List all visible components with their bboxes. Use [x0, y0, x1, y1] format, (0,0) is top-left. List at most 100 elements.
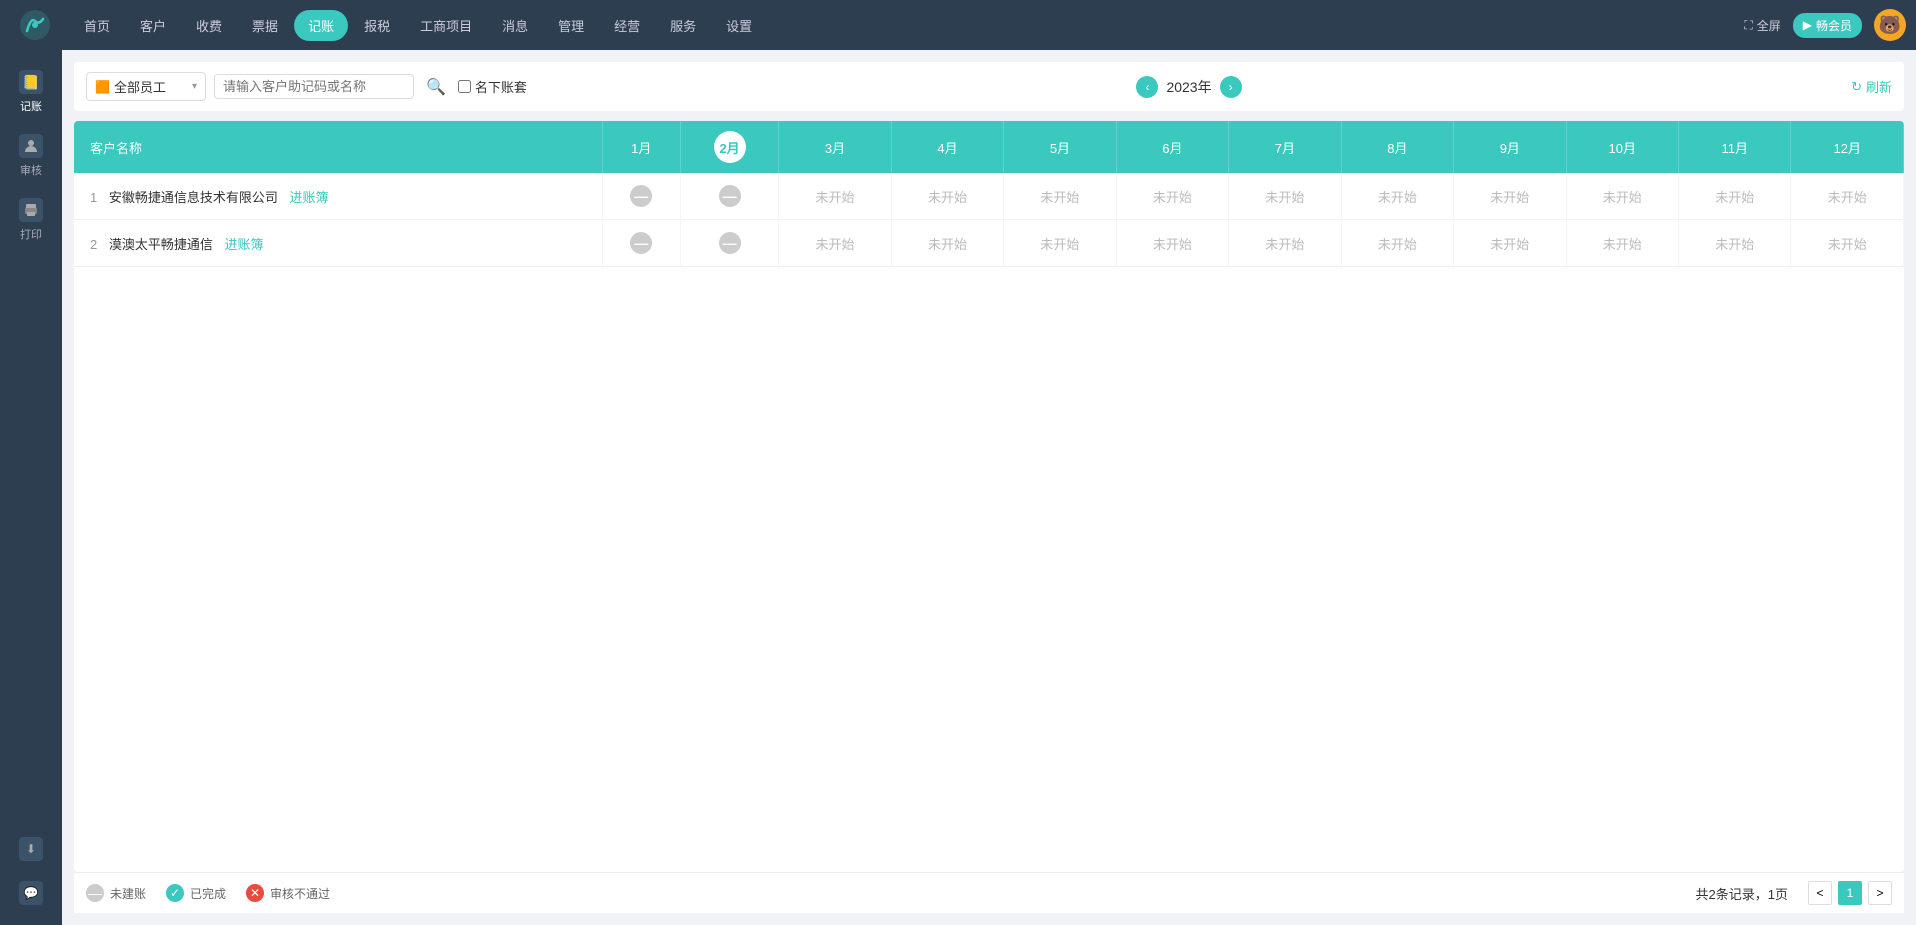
- nav-tax[interactable]: 报税: [350, 10, 404, 41]
- legend-rejected-icon: ✕: [246, 884, 264, 902]
- page-1-button[interactable]: 1: [1838, 881, 1862, 905]
- enter-ledger-link-2[interactable]: 进账簿: [225, 237, 264, 252]
- chat-icon: 💬: [19, 881, 43, 905]
- sidebar-bottom: ⬇ 💬: [19, 827, 43, 925]
- print-icon: [19, 198, 43, 222]
- client-name-cell: 1 安徽畅捷通信息技术有限公司 进账簿: [74, 173, 602, 220]
- table-scroll-area[interactable]: 客户名称 1月 2月 3月 4月 5月 6月: [74, 121, 1904, 872]
- sidebar-item-audit[interactable]: 审核: [0, 124, 62, 188]
- nav-customer[interactable]: 客户: [126, 10, 180, 41]
- sidebar-item-print[interactable]: 打印: [0, 188, 62, 252]
- legend-completed-label: 已完成: [190, 885, 226, 902]
- table-row: 2 漠澳太平畅捷通信 进账簿 — — 未开始 未开始 未开始 未开始 未开始 未…: [74, 220, 1904, 267]
- col-month-3: 3月: [779, 121, 891, 173]
- nav-operation[interactable]: 经营: [600, 10, 654, 41]
- year-display: 2023年: [1166, 77, 1211, 97]
- search-input[interactable]: [214, 74, 414, 99]
- col-month-12: 12月: [1791, 121, 1904, 173]
- row1-month7: 未开始: [1229, 173, 1341, 220]
- enter-ledger-link-1[interactable]: 进账簿: [290, 190, 329, 205]
- row1-month11: 未开始: [1679, 173, 1791, 220]
- row2-month5: 未开始: [1004, 220, 1116, 267]
- nav-accounting[interactable]: 记账: [294, 10, 348, 41]
- nav-home[interactable]: 首页: [70, 10, 124, 41]
- row1-month12: 未开始: [1791, 173, 1904, 220]
- legend-completed: ✓ 已完成: [166, 884, 226, 902]
- prev-year-button[interactable]: ‹: [1136, 76, 1158, 98]
- avatar[interactable]: 🐻: [1874, 9, 1906, 41]
- row2-month11: 未开始: [1679, 220, 1791, 267]
- col-month-11: 11月: [1679, 121, 1791, 173]
- fullscreen-icon: ⛶: [1744, 18, 1752, 33]
- nav-business[interactable]: 工商项目: [406, 10, 486, 41]
- employee-icon: 🟧: [95, 80, 110, 94]
- table-row: 1 安徽畅捷通信息技术有限公司 进账簿 — — 未开始 未开始 未开始 未开始 …: [74, 173, 1904, 220]
- nav-service[interactable]: 服务: [656, 10, 710, 41]
- nav-message[interactable]: 消息: [488, 10, 542, 41]
- next-page-button[interactable]: >: [1868, 881, 1892, 905]
- col-client-name: 客户名称: [74, 121, 602, 173]
- chevron-down-icon: ▾: [192, 81, 197, 92]
- content-area: 🟧 全部员工 ▾ 🔍 名下账套 ‹ 2023年 › ↻ 刷新: [62, 50, 1916, 925]
- nav-billing[interactable]: 收费: [182, 10, 236, 41]
- row1-month10: 未开始: [1566, 173, 1678, 220]
- mine-filter-label[interactable]: 名下账套: [458, 77, 527, 96]
- col-month-2: 2月: [680, 121, 778, 173]
- status-dash-icon: —: [719, 185, 741, 207]
- mine-filter-checkbox[interactable]: [458, 80, 471, 93]
- nav-manage[interactable]: 管理: [544, 10, 598, 41]
- employee-select[interactable]: 🟧 全部员工 ▾: [86, 72, 206, 101]
- search-button[interactable]: 🔍: [422, 75, 450, 99]
- col-month-9: 9月: [1454, 121, 1566, 173]
- nav-items: 首页 客户 收费 票据 记账 报税 工商项目 消息 管理 经营 服务 设置: [70, 10, 1744, 41]
- row1-month9: 未开始: [1454, 173, 1566, 220]
- main-layout: 📒 记账 审核 打印 ⬇: [0, 50, 1916, 925]
- mine-filter-text: 名下账套: [475, 77, 527, 96]
- refresh-label: 刷新: [1866, 77, 1892, 96]
- nav-invoice[interactable]: 票据: [238, 10, 292, 41]
- status-dash-icon: —: [630, 232, 652, 254]
- month-1-label: 1月: [631, 141, 651, 156]
- legend-completed-icon: ✓: [166, 884, 184, 902]
- total-records: 共2条记录，1页: [1696, 884, 1788, 903]
- main-table: 客户名称 1月 2月 3月 4月 5月 6月: [74, 121, 1904, 267]
- row2-month8: 未开始: [1341, 220, 1453, 267]
- toolbar: 🟧 全部员工 ▾ 🔍 名下账套 ‹ 2023年 › ↻ 刷新: [74, 62, 1904, 111]
- vip-button[interactable]: ▶ 畅会员: [1793, 13, 1862, 38]
- col-month-1: 1月: [602, 121, 680, 173]
- refresh-button[interactable]: ↻ 刷新: [1851, 77, 1892, 96]
- download-icon: ⬇: [19, 837, 43, 861]
- row2-month4: 未开始: [891, 220, 1003, 267]
- audit-icon: [19, 134, 43, 158]
- accounting-icon: 📒: [19, 70, 43, 94]
- col-month-5: 5月: [1004, 121, 1116, 173]
- pagination: < 1 >: [1808, 881, 1892, 905]
- sidebar-item-accounting[interactable]: 📒 记账: [0, 60, 62, 124]
- fullscreen-button[interactable]: ⛶ 全屏: [1744, 17, 1780, 34]
- sidebar-item-chat[interactable]: 💬: [19, 871, 43, 915]
- client-name-cell: 2 漠澳太平畅捷通信 进账簿: [74, 220, 602, 267]
- sidebar: 📒 记账 审核 打印 ⬇: [0, 50, 62, 925]
- row1-month6: 未开始: [1116, 173, 1228, 220]
- row2-month9: 未开始: [1454, 220, 1566, 267]
- next-year-button[interactable]: ›: [1220, 76, 1242, 98]
- row2-month1: —: [602, 220, 680, 267]
- year-navigation: ‹ 2023年 ›: [1136, 76, 1241, 98]
- row2-month3: 未开始: [779, 220, 891, 267]
- row1-month4: 未开始: [891, 173, 1003, 220]
- legend-rejected-label: 审核不通过: [270, 885, 330, 902]
- row1-month8: 未开始: [1341, 173, 1453, 220]
- col-month-8: 8月: [1341, 121, 1453, 173]
- sidebar-print-label: 打印: [20, 226, 42, 242]
- col-month-10: 10月: [1566, 121, 1678, 173]
- legend-not-started-label: 未建账: [110, 885, 146, 902]
- row2-month12: 未开始: [1791, 220, 1904, 267]
- sidebar-item-download[interactable]: ⬇: [19, 827, 43, 871]
- footer: — 未建账 ✓ 已完成 ✕ 审核不通过 共2条记录，1页 < 1 >: [74, 872, 1904, 913]
- row2-month7: 未开始: [1229, 220, 1341, 267]
- nav-settings[interactable]: 设置: [712, 10, 766, 41]
- row2-month6: 未开始: [1116, 220, 1228, 267]
- prev-page-button[interactable]: <: [1808, 881, 1832, 905]
- vip-icon: ▶: [1803, 18, 1812, 32]
- refresh-icon: ↻: [1851, 79, 1862, 95]
